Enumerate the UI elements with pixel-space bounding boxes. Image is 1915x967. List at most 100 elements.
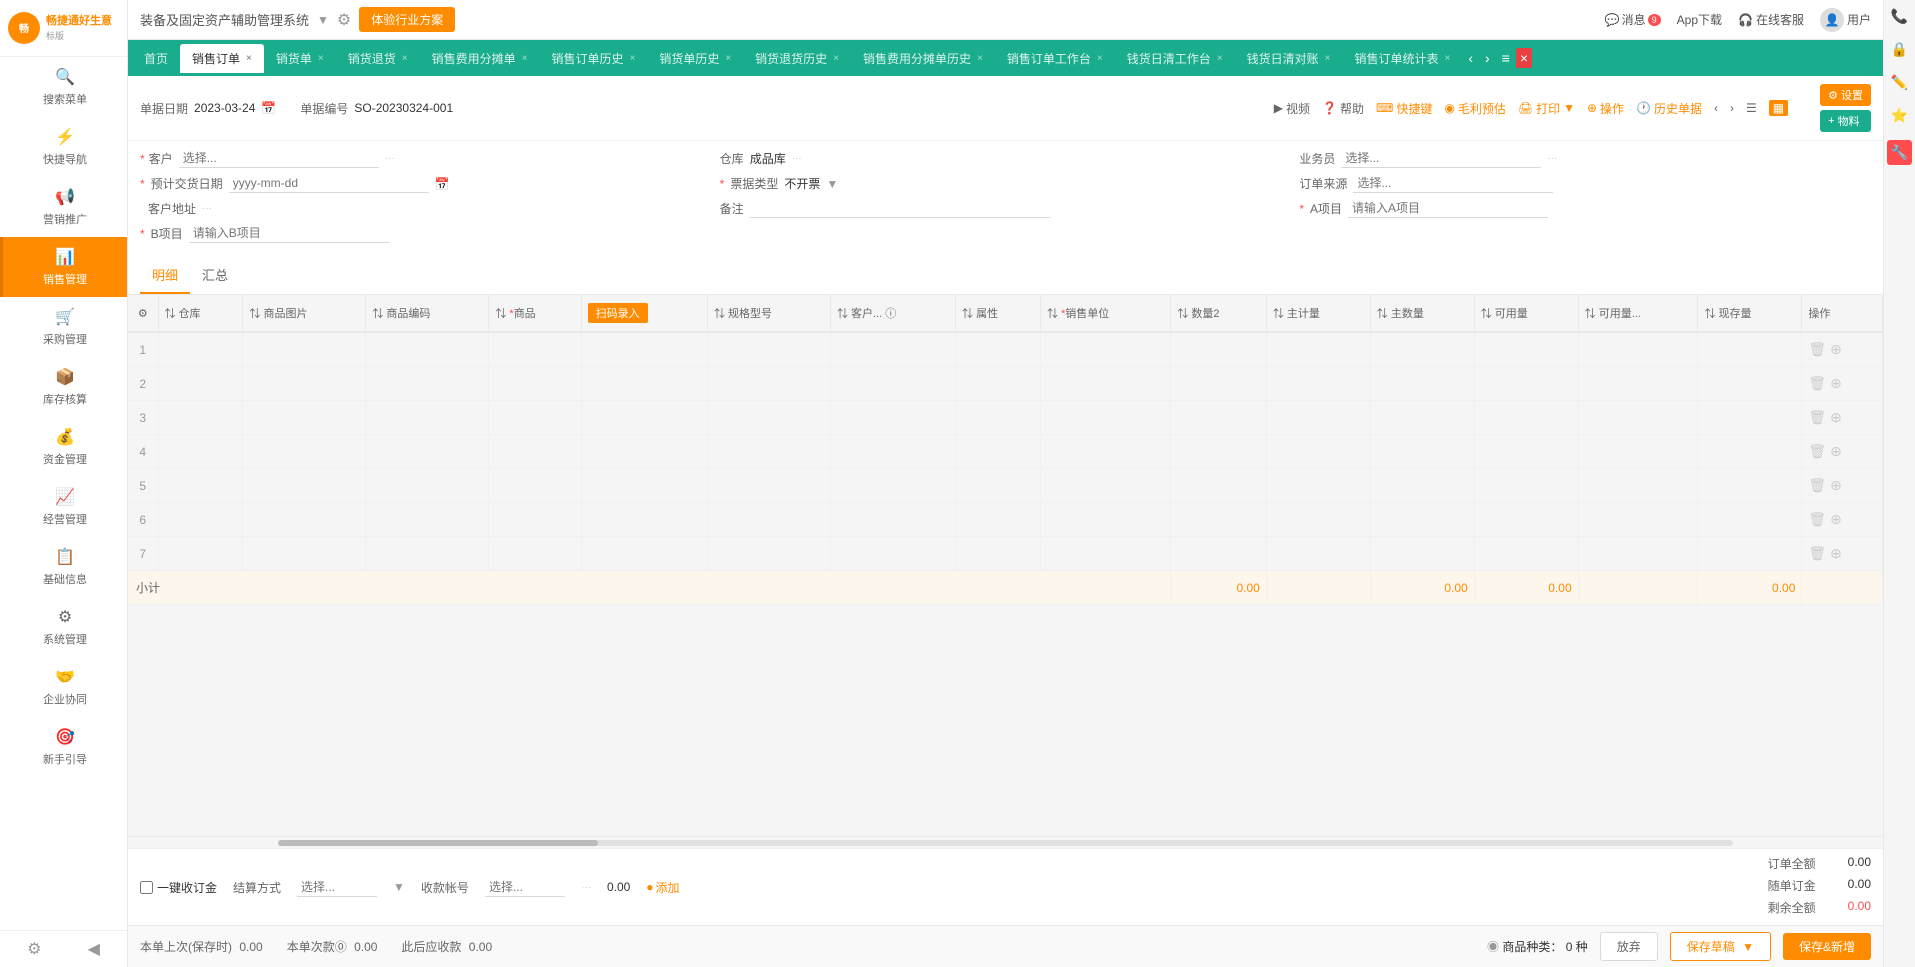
sidebar-item-purchase[interactable]: 🛒 采购管理 xyxy=(0,297,127,357)
table-cell[interactable] xyxy=(243,367,366,401)
table-cell[interactable] xyxy=(1171,537,1267,571)
table-cell[interactable] xyxy=(1171,469,1267,503)
right-star-icon[interactable]: ⭐ xyxy=(1891,107,1908,124)
table-cell[interactable] xyxy=(158,469,243,503)
table-cell[interactable] xyxy=(1578,332,1698,367)
sidebar-settings-icon[interactable]: ⚙ xyxy=(27,939,41,959)
sidebar-collapse-icon[interactable]: ◀ xyxy=(88,939,100,959)
operations-link[interactable]: ⊕ 操作 xyxy=(1587,100,1624,117)
col-main-unit[interactable]: ⇅ 主计量 xyxy=(1266,295,1370,332)
table-cell[interactable] xyxy=(1370,435,1474,469)
table-cell[interactable] xyxy=(1040,332,1170,367)
col-available[interactable]: ⇅ 可用量 xyxy=(1474,295,1578,332)
receipt-expand-icon[interactable]: ··· xyxy=(581,882,591,893)
copy-row-icon[interactable]: ⊕ xyxy=(1830,545,1842,562)
table-cell[interactable] xyxy=(489,469,581,503)
customer-input[interactable] xyxy=(179,149,379,168)
table-cell[interactable] xyxy=(1171,367,1267,401)
table-cell[interactable] xyxy=(956,537,1041,571)
note-input[interactable] xyxy=(750,199,1050,218)
add-receipt-button[interactable]: ● 添加 xyxy=(646,879,679,896)
tab-home[interactable]: 首页 xyxy=(132,44,180,73)
tab-expense-split[interactable]: 销售费用分摊单 × xyxy=(420,44,540,73)
col-product[interactable]: ⇅ *商品 xyxy=(489,295,581,332)
table-cell[interactable] xyxy=(489,537,581,571)
tab-close-icon[interactable]: × xyxy=(1217,53,1223,64)
calendar2-icon[interactable]: 📅 xyxy=(435,177,450,191)
table-cell[interactable] xyxy=(1370,537,1474,571)
order-source-input[interactable] xyxy=(1353,174,1553,193)
table-cell[interactable] xyxy=(489,503,581,537)
table-cell[interactable] xyxy=(489,367,581,401)
table-cell[interactable] xyxy=(707,332,830,367)
table-cell[interactable] xyxy=(366,537,489,571)
tab-return-history[interactable]: 销货退货历史 × xyxy=(743,44,851,73)
settlement-input[interactable] xyxy=(297,878,377,897)
print-dropdown-icon[interactable]: ▼ xyxy=(1563,101,1575,115)
table-cell[interactable] xyxy=(243,537,366,571)
col-unit[interactable]: ⇅ *销售单位 xyxy=(1040,295,1170,332)
receipt-no-input[interactable] xyxy=(485,878,565,897)
tab-next-icon[interactable]: › xyxy=(1479,46,1496,70)
col-main-qty[interactable]: ⇅ 主数量 xyxy=(1370,295,1474,332)
table-cell[interactable] xyxy=(1266,537,1370,571)
tab-sales-slip[interactable]: 销货单 × xyxy=(264,44,336,73)
tab-close-icon[interactable]: × xyxy=(522,53,528,64)
b-project-input[interactable] xyxy=(189,224,389,243)
col-stock[interactable]: ⇅ 现存量 xyxy=(1698,295,1802,332)
tab-daily-reconcile[interactable]: 钱货日清对账 × xyxy=(1235,44,1343,73)
sidebar-item-base-info[interactable]: 📋 基础信息 xyxy=(0,537,127,597)
table-cell[interactable] xyxy=(1698,332,1802,367)
table-cell[interactable] xyxy=(158,537,243,571)
table-cell[interactable] xyxy=(1040,435,1170,469)
tab-more-icon[interactable]: ≡ xyxy=(1496,46,1516,70)
table-cell[interactable] xyxy=(956,469,1041,503)
table-cell[interactable] xyxy=(366,332,489,367)
tab-close-icon[interactable]: × xyxy=(1325,53,1331,64)
delete-row-icon[interactable]: 🗑 xyxy=(1808,477,1826,494)
table-cell[interactable] xyxy=(1698,537,1802,571)
table-cell[interactable] xyxy=(581,332,707,367)
tab-return[interactable]: 销货退货 × xyxy=(336,44,420,73)
table-view-icon[interactable]: ▦ xyxy=(1769,100,1788,116)
calendar-icon[interactable]: 📅 xyxy=(261,101,276,115)
app-download[interactable]: App下载 xyxy=(1677,11,1722,28)
table-cell[interactable] xyxy=(1578,435,1698,469)
tab-close-icon[interactable]: × xyxy=(318,53,324,64)
table-cell[interactable] xyxy=(1266,469,1370,503)
tab-close-icon[interactable]: × xyxy=(977,53,983,64)
table-cell[interactable] xyxy=(1578,537,1698,571)
scan-button[interactable]: 扫码录入 xyxy=(588,303,648,323)
table-cell[interactable] xyxy=(1171,401,1267,435)
tab-detail[interactable]: 明细 xyxy=(140,257,190,294)
sidebar-item-guide[interactable]: 🎯 新手引导 xyxy=(0,717,127,777)
table-cell[interactable] xyxy=(243,469,366,503)
table-cell[interactable] xyxy=(366,401,489,435)
table-cell[interactable] xyxy=(1578,503,1698,537)
a-project-input[interactable] xyxy=(1348,199,1548,218)
table-cell[interactable] xyxy=(158,367,243,401)
table-cell[interactable] xyxy=(1266,401,1370,435)
tab-slip-history[interactable]: 销货单历史 × xyxy=(647,44,743,73)
table-cell[interactable] xyxy=(1474,503,1578,537)
table-cell[interactable] xyxy=(1171,503,1267,537)
table-cell[interactable] xyxy=(1040,469,1170,503)
col-customer[interactable]: ⇅ 客户... ⓘ xyxy=(830,295,955,332)
table-cell[interactable] xyxy=(1040,503,1170,537)
table-cell[interactable] xyxy=(1171,435,1267,469)
sidebar-item-finance[interactable]: 💰 资金管理 xyxy=(0,417,127,477)
table-cell[interactable] xyxy=(1266,367,1370,401)
table-cell[interactable] xyxy=(1370,469,1474,503)
table-cell[interactable] xyxy=(1474,367,1578,401)
table-cell[interactable] xyxy=(830,367,955,401)
col-warehouse[interactable]: ⇅ 仓库 xyxy=(158,295,243,332)
save-draft-button[interactable]: 保存草稿 ▼ xyxy=(1670,932,1771,961)
delete-row-icon[interactable]: 🗑 xyxy=(1808,409,1826,426)
table-cell[interactable] xyxy=(243,435,366,469)
print-link[interactable]: 🖨 打印 ▼ xyxy=(1518,100,1575,117)
col-image[interactable]: ⇅ 商品图片 xyxy=(243,295,366,332)
table-cell[interactable] xyxy=(830,332,955,367)
tab-expense-history[interactable]: 销售费用分摊单历史 × xyxy=(851,44,995,73)
settings-icon[interactable]: ⚙ xyxy=(337,10,351,30)
table-cell[interactable] xyxy=(581,469,707,503)
